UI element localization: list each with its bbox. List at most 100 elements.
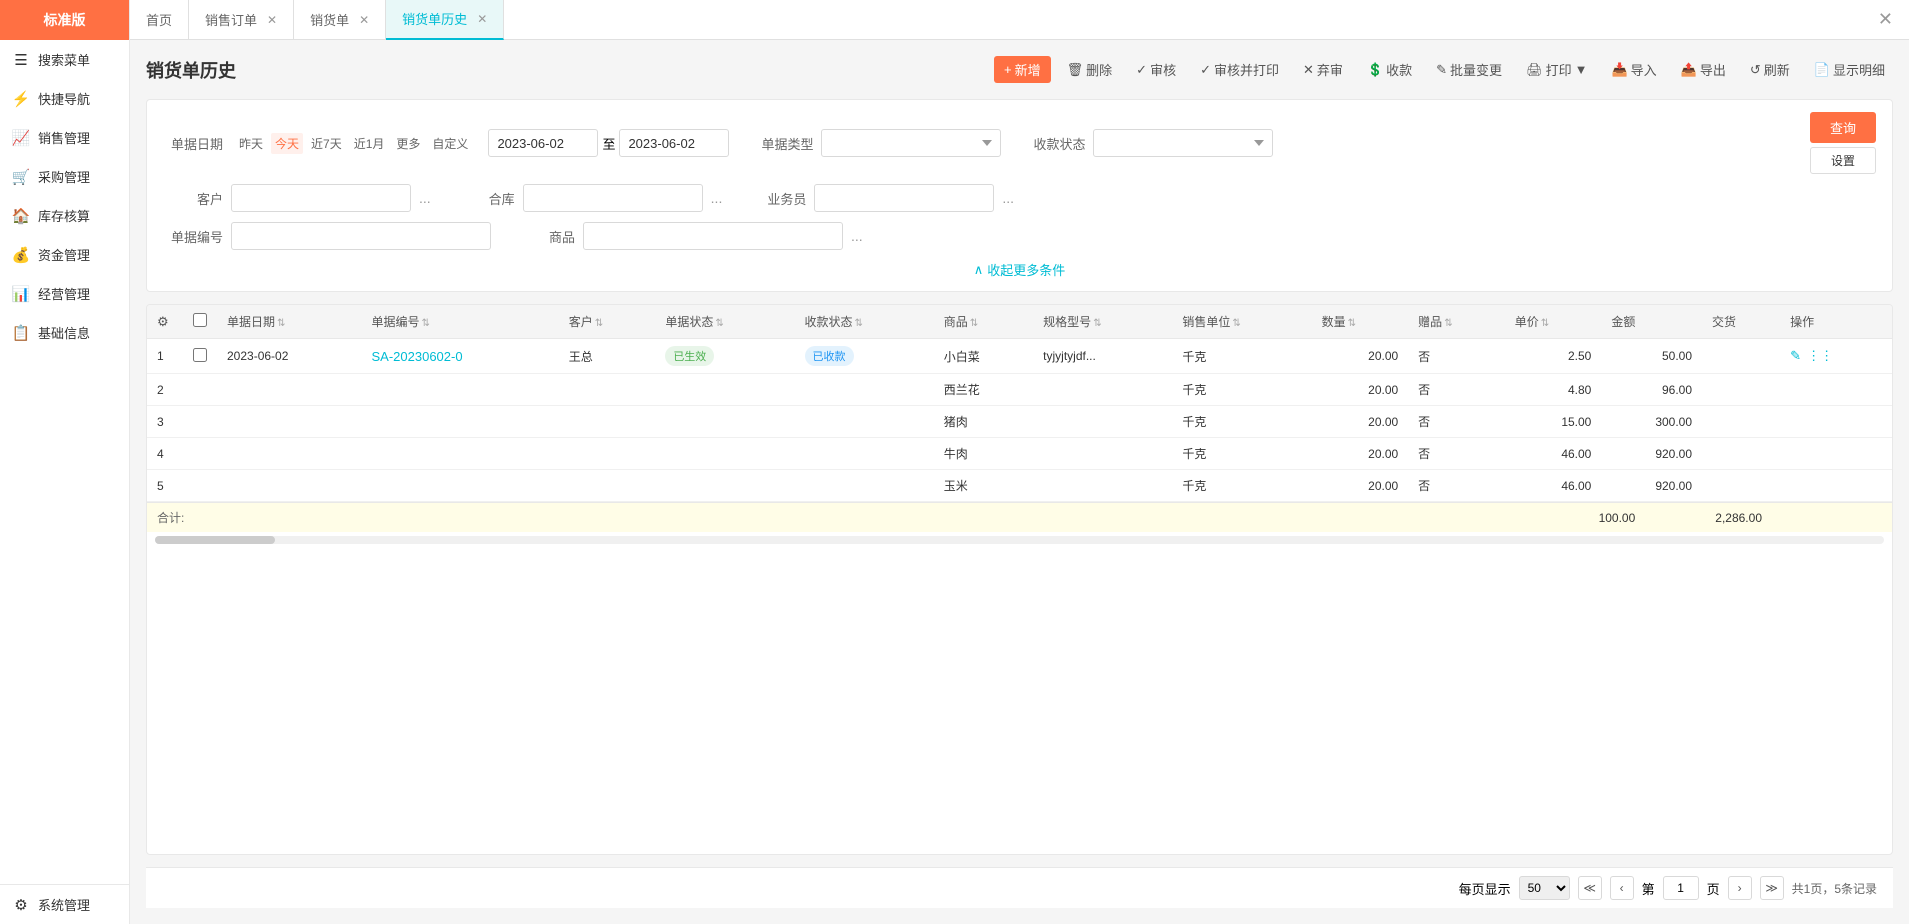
sidebar-item-label: 系统管理 — [38, 895, 90, 914]
discard-button[interactable]: ✕ 弃审 — [1295, 56, 1351, 83]
sort-product-icon[interactable]: ⇅ — [970, 318, 978, 329]
page-label: 第 — [1642, 879, 1655, 898]
page-next-button[interactable]: › — [1728, 876, 1752, 900]
cell-product: 玉米 — [934, 470, 1033, 502]
cell-unit-price: 46.00 — [1505, 438, 1602, 470]
cell-doc-date: 2023-06-02 — [217, 339, 362, 374]
tab-sales-history[interactable]: 销货单历史 ✕ — [386, 0, 504, 40]
date-quick-custom[interactable]: 自定义 — [428, 133, 472, 154]
salesperson-input[interactable] — [814, 184, 994, 212]
batch-change-button[interactable]: ✎ 批量变更 — [1428, 56, 1510, 83]
tab-sales-order[interactable]: 销售订单 ✕ — [189, 0, 294, 40]
row-checkbox[interactable] — [193, 348, 207, 362]
sort-qty-icon[interactable]: ⇅ — [1348, 318, 1356, 329]
cell-doc-status: 已生效 — [655, 339, 794, 374]
system-mgmt-icon: ⚙ — [12, 896, 30, 914]
payment-status-select[interactable] — [1093, 129, 1273, 157]
sort-doc-no-icon[interactable]: ⇅ — [422, 318, 430, 329]
cell-action: ✎ ⋮⋮ — [1780, 339, 1892, 374]
sidebar-logo: 标准版 — [0, 0, 129, 40]
cell-settings: 3 — [147, 406, 183, 438]
audit-button[interactable]: ✓ 审核 — [1128, 56, 1184, 83]
customer-ellipsis-button[interactable]: ... — [419, 190, 431, 206]
customer-input[interactable] — [231, 184, 411, 212]
sidebar-item-search-menu[interactable]: ☰ 搜索菜单 — [0, 40, 129, 79]
edit-icon[interactable]: ✎ — [1790, 348, 1801, 364]
scrollbar-track[interactable] — [147, 532, 1892, 548]
sidebar-item-inventory[interactable]: 🏠 库存核算 — [0, 196, 129, 235]
col-settings[interactable]: ⚙ — [147, 305, 183, 339]
tab-sales-goods[interactable]: 销货单 ✕ — [294, 0, 386, 40]
sort-unit-icon[interactable]: ⇅ — [1232, 318, 1240, 329]
page-size-select[interactable]: 50 10 20 100 — [1519, 876, 1570, 900]
cell-doc-date — [217, 374, 362, 406]
tab-sales-history-close[interactable]: ✕ — [477, 12, 487, 26]
export-button[interactable]: 📤 导出 — [1673, 56, 1734, 83]
scrollbar-thumb[interactable] — [155, 536, 275, 544]
filter-customer: 客户 ... — [163, 184, 431, 212]
setting-button[interactable]: 设置 — [1810, 147, 1876, 174]
date-quick-7days[interactable]: 近7天 — [307, 133, 346, 154]
sidebar-item-basic-info[interactable]: 📋 基础信息 — [0, 313, 129, 352]
sidebar-item-operation-mgmt[interactable]: 📊 经营管理 — [0, 274, 129, 313]
page-prev-button[interactable]: ‹ — [1610, 876, 1634, 900]
date-quick-yesterday[interactable]: 昨天 — [235, 133, 267, 154]
filter-row-3: 单据编号 商品 ... — [163, 222, 1876, 250]
sort-doc-status-icon[interactable]: ⇅ — [715, 318, 723, 329]
page-number-input[interactable] — [1663, 876, 1699, 900]
product-input[interactable] — [583, 222, 843, 250]
sort-spec-icon[interactable]: ⇅ — [1093, 318, 1101, 329]
query-actions: 查询 设置 — [1810, 112, 1876, 174]
sidebar-item-quick-nav[interactable]: ⚡ 快捷导航 — [0, 79, 129, 118]
close-all-tabs-button[interactable]: ✕ — [1862, 9, 1909, 30]
sort-doc-date-icon[interactable]: ⇅ — [277, 318, 285, 329]
tab-sales-goods-close[interactable]: ✕ — [359, 13, 369, 27]
doc-no-link[interactable]: SA-20230602-0 — [372, 349, 463, 364]
sort-unit-price-icon[interactable]: ⇅ — [1541, 318, 1549, 329]
page-last-button[interactable]: ≫ — [1760, 876, 1784, 900]
sidebar-item-sales-mgmt[interactable]: 📈 销售管理 — [0, 118, 129, 157]
select-all-checkbox[interactable] — [193, 313, 207, 327]
sidebar-item-finance-mgmt[interactable]: 💰 资金管理 — [0, 235, 129, 274]
print-button[interactable]: 🖨 打印 ▼ — [1518, 56, 1595, 83]
date-to-input[interactable] — [619, 129, 729, 157]
more-icon[interactable]: ⋮⋮ — [1807, 348, 1833, 364]
horizontal-scrollbar[interactable] — [155, 536, 1884, 544]
date-quick-more[interactable]: 更多 — [392, 133, 424, 154]
collapse-button[interactable]: ∧ 收起更多条件 — [974, 260, 1066, 279]
batch-change-label: 批量变更 — [1450, 60, 1502, 79]
delete-button[interactable]: 🗑 删除 — [1059, 56, 1121, 83]
tab-sales-order-close[interactable]: ✕ — [267, 13, 277, 27]
sidebar-item-purchase-mgmt[interactable]: 🛒 采购管理 — [0, 157, 129, 196]
audit-print-button[interactable]: ✓ 审核并打印 — [1192, 56, 1287, 83]
warehouse-ellipsis-button[interactable]: ... — [711, 190, 723, 206]
query-button[interactable]: 查询 — [1810, 112, 1876, 143]
collect-button[interactable]: 💲 收款 — [1359, 56, 1420, 83]
date-quick-today[interactable]: 今天 — [271, 133, 303, 154]
toolbar: + 新增 🗑 删除 ✓ 审核 ✓ 审核并打印 ✕ 弃审 — [994, 56, 1893, 83]
show-detail-button[interactable]: 📄 显示明细 — [1806, 56, 1893, 83]
salesperson-ellipsis-button[interactable]: ... — [1002, 190, 1014, 206]
sort-gift-icon[interactable]: ⇅ — [1444, 318, 1452, 329]
settings-icon[interactable]: ⚙ — [157, 314, 169, 329]
doc-no-input[interactable] — [231, 222, 491, 250]
import-button[interactable]: 📥 导入 — [1603, 56, 1664, 83]
tab-home[interactable]: 首页 — [130, 0, 189, 40]
sort-customer-icon[interactable]: ⇅ — [595, 318, 603, 329]
sort-payment-status-icon[interactable]: ⇅ — [855, 318, 863, 329]
date-from-input[interactable] — [488, 129, 598, 157]
page-first-button[interactable]: ≪ — [1578, 876, 1602, 900]
doc-type-select[interactable] — [821, 129, 1001, 157]
cell-doc-no — [362, 438, 559, 470]
refresh-button[interactable]: ↺ 刷新 — [1742, 56, 1798, 83]
add-button[interactable]: + 新增 — [994, 56, 1051, 83]
warehouse-input[interactable] — [523, 184, 703, 212]
table-header-row: ⚙ 单据日期⇅ 单据编号⇅ 客户⇅ 单据状态⇅ 收款状态⇅ 商品⇅ 规格型号⇅ … — [147, 305, 1892, 339]
cell-customer — [559, 470, 656, 502]
basic-info-icon: 📋 — [12, 324, 30, 342]
product-ellipsis-button[interactable]: ... — [851, 228, 863, 244]
cell-unit: 千克 — [1172, 470, 1311, 502]
delete-icon: 🗑 — [1067, 62, 1084, 78]
sidebar-item-system-mgmt[interactable]: ⚙ 系统管理 — [0, 885, 129, 924]
date-quick-1month[interactable]: 近1月 — [350, 133, 389, 154]
